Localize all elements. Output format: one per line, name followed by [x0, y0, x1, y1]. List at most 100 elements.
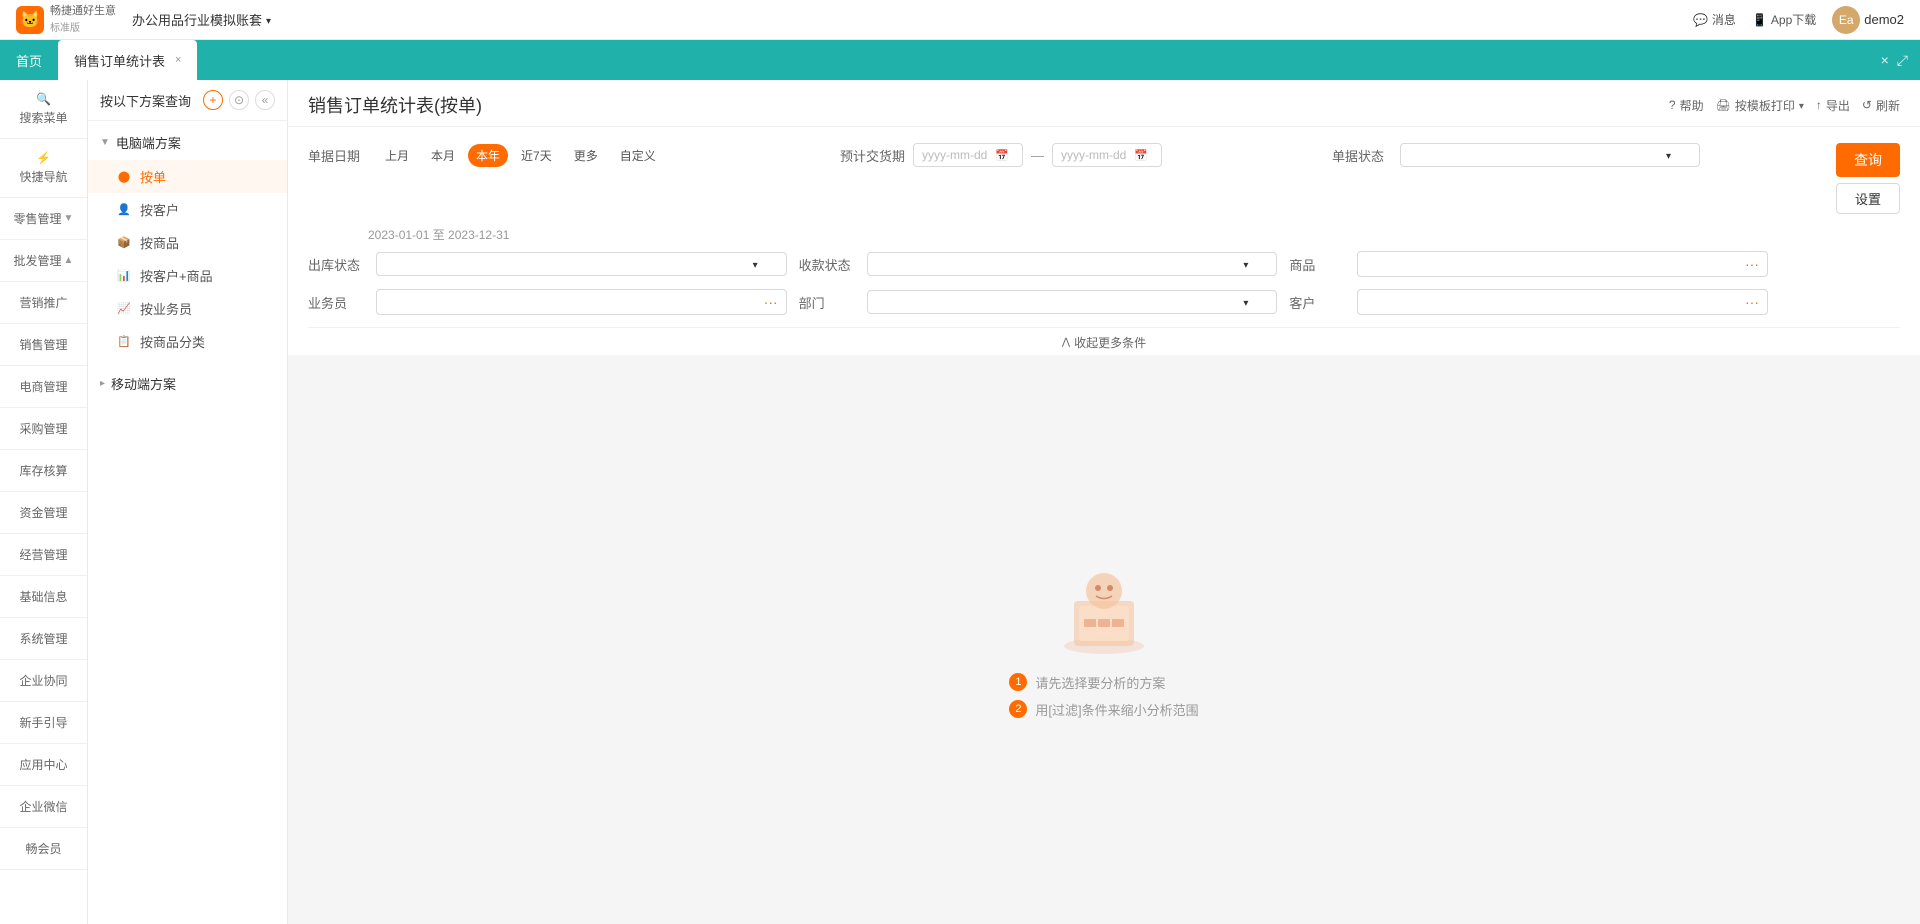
- delivery-to-input[interactable]: yyyy-mm-dd 📅: [1052, 143, 1162, 167]
- filter-row-3: 业务员 ··· 部门 客户: [308, 289, 1900, 315]
- sidebar-item-wechat[interactable]: 企业微信: [0, 786, 87, 828]
- sidebar-search[interactable]: 🔍 搜索菜单: [0, 80, 87, 139]
- collapse-filter-btn[interactable]: ⋀ 收起更多条件: [308, 327, 1900, 355]
- tab-sales-stat[interactable]: 销售订单统计表 ×: [58, 40, 197, 80]
- empty-hints: 1 请先选择要分析的方案 2 用[过滤]条件来缩小分析范围: [1009, 673, 1198, 719]
- print-btn[interactable]: 🖨 按模板打印: [1716, 97, 1804, 114]
- add-scheme-btn[interactable]: +: [203, 90, 223, 110]
- tab-bar: 首页 销售订单统计表 × × ⤢: [0, 40, 1920, 80]
- cal-to-icon: 📅: [1134, 149, 1148, 162]
- print-icon: 🖨: [1716, 98, 1731, 112]
- sidebar-item-base-info[interactable]: 基础信息: [0, 576, 87, 618]
- sidebar-item-retail[interactable]: 零售管理 ▼: [0, 198, 87, 240]
- status-select[interactable]: [1400, 143, 1700, 167]
- sidebar-item-purchase[interactable]: 采购管理: [0, 408, 87, 450]
- scheme-item-by-salesman[interactable]: 📈 按业务员: [88, 292, 287, 325]
- action-buttons: 查询 设置: [1836, 143, 1900, 214]
- hint-num-2: 2: [1009, 700, 1027, 718]
- goods-label: 商品: [1289, 255, 1349, 274]
- page-header: 销售订单统计表(按单) ? 帮助 🖨 按模板打印 ↑ 导出: [288, 80, 1920, 127]
- salesman-input[interactable]: ···: [376, 289, 787, 315]
- top-bar: 🐱 畅捷通好生意 标准版 办公用品行业模拟账套 💬 消息 📱 App下载 Ea …: [0, 0, 1920, 40]
- cal-from-icon: 📅: [995, 149, 1009, 162]
- refresh-icon: ↺: [1862, 98, 1872, 112]
- export-btn[interactable]: ↑ 导出: [1816, 97, 1850, 114]
- main-layout: 🔍 搜索菜单 ⚡ 快捷导航 零售管理 ▼ 批发管理 ▲ 营销推广 销售管理 电商…: [0, 80, 1920, 924]
- window-close-btn[interactable]: ×: [1881, 52, 1889, 68]
- avatar: Ea: [1832, 6, 1860, 34]
- window-expand-btn[interactable]: ⤢: [1897, 52, 1908, 69]
- out-status-dropdown-icon: [753, 257, 758, 271]
- sidebar-item-ecommerce[interactable]: 电商管理: [0, 366, 87, 408]
- sidebar-item-inventory[interactable]: 库存核算: [0, 450, 87, 492]
- sidebar-item-member[interactable]: 畅会员: [0, 828, 87, 870]
- sidebar-item-app-center[interactable]: 应用中心: [0, 744, 87, 786]
- scheme-group-pc: ▼ 电脑端方案 ⬤ 按单 👤 按客户 📦 按商品 📊 按客户+商品: [88, 121, 287, 362]
- date-btn-last-month[interactable]: 上月: [376, 143, 418, 168]
- customer-more-icon[interactable]: ···: [1745, 294, 1759, 310]
- status-dropdown-icon: [1666, 148, 1671, 162]
- logo-text: 畅捷通好生意: [50, 5, 116, 18]
- results-area: 1 请先选择要分析的方案 2 用[过滤]条件来缩小分析范围: [288, 355, 1920, 924]
- print-dropdown-icon: [1799, 98, 1804, 112]
- date-dash: —: [1031, 148, 1044, 163]
- tab-home[interactable]: 首页: [0, 40, 58, 80]
- scheme-item-by-goods[interactable]: 📦 按商品: [88, 226, 287, 259]
- date-btn-this-month[interactable]: 本月: [422, 143, 464, 168]
- settings-scheme-btn[interactable]: ⊙: [229, 90, 249, 110]
- receive-status-select[interactable]: [867, 252, 1278, 276]
- refresh-btn[interactable]: ↺ 刷新: [1862, 97, 1900, 114]
- page-actions: ? 帮助 🖨 按模板打印 ↑ 导出 ↺ 刷新: [1669, 97, 1900, 114]
- sidebar-item-marketing[interactable]: 营销推广: [0, 282, 87, 324]
- sidebar: 🔍 搜索菜单 ⚡ 快捷导航 零售管理 ▼ 批发管理 ▲ 营销推广 销售管理 电商…: [0, 80, 88, 924]
- date-btn-this-year[interactable]: 本年: [468, 144, 508, 167]
- scheme-group-pc-header[interactable]: ▼ 电脑端方案: [88, 125, 287, 160]
- date-btn-more[interactable]: 更多: [565, 143, 607, 168]
- group-expand-icon: ▼: [100, 137, 110, 148]
- delivery-from-input[interactable]: yyyy-mm-dd 📅: [913, 143, 1023, 167]
- sidebar-item-enterprise[interactable]: 企业协同: [0, 660, 87, 702]
- user-profile[interactable]: Ea demo2: [1832, 6, 1904, 34]
- delivery-date-label: 预计交货期: [840, 146, 905, 165]
- retail-arrow-icon: ▼: [64, 213, 74, 224]
- scheme-item-by-category[interactable]: 📋 按商品分类: [88, 325, 287, 358]
- app-download-btn[interactable]: 📱 App下载: [1752, 11, 1816, 28]
- date-btn-custom[interactable]: 自定义: [611, 143, 665, 168]
- date-btn-7days[interactable]: 近7天: [512, 143, 561, 168]
- left-panel-header: 按以下方案查询 + ⊙ «: [88, 80, 287, 121]
- status-label: 单据状态: [1332, 146, 1392, 165]
- scheme-group-mobile-header[interactable]: ▸ 移动端方案: [88, 366, 287, 401]
- by-goods-icon: 📦: [116, 235, 132, 251]
- customer-label: 客户: [1289, 293, 1349, 312]
- dept-select[interactable]: [867, 290, 1278, 314]
- salesman-more-icon[interactable]: ···: [764, 294, 778, 310]
- goods-input[interactable]: ···: [1357, 251, 1768, 277]
- scheme-item-by-customer[interactable]: 👤 按客户: [88, 193, 287, 226]
- query-btn[interactable]: 查询: [1836, 143, 1900, 177]
- sidebar-item-wholesale[interactable]: 批发管理 ▲: [0, 240, 87, 282]
- content-area: 按以下方案查询 + ⊙ « ▼ 电脑端方案 ⬤ 按单 👤 按客户: [88, 80, 1920, 924]
- sidebar-item-operations[interactable]: 经营管理: [0, 534, 87, 576]
- sidebar-item-finance[interactable]: 资金管理: [0, 492, 87, 534]
- tab-close-icon[interactable]: ×: [175, 54, 181, 66]
- collapse-panel-btn[interactable]: «: [255, 90, 275, 110]
- out-status-select[interactable]: [376, 252, 787, 276]
- scheme-item-by-customer-goods[interactable]: 📊 按客户+商品: [88, 259, 287, 292]
- wholesale-arrow-icon: ▲: [64, 255, 74, 266]
- dropdown-arrow-icon: [266, 12, 271, 27]
- by-cust-goods-icon: 📊: [116, 268, 132, 284]
- sidebar-item-system[interactable]: 系统管理: [0, 618, 87, 660]
- scheme-item-by-order[interactable]: ⬤ 按单: [88, 160, 287, 193]
- sidebar-quick-nav[interactable]: ⚡ 快捷导航: [0, 139, 87, 198]
- logo-texts: 畅捷通好生意 标准版: [50, 5, 116, 33]
- sidebar-item-guide[interactable]: 新手引导: [0, 702, 87, 744]
- message-btn[interactable]: 💬 消息: [1693, 11, 1736, 28]
- settings-btn[interactable]: 设置: [1836, 183, 1900, 214]
- help-btn[interactable]: ? 帮助: [1669, 97, 1704, 114]
- dept-label: 部门: [799, 293, 859, 312]
- goods-more-icon[interactable]: ···: [1745, 256, 1759, 272]
- sidebar-item-sales[interactable]: 销售管理: [0, 324, 87, 366]
- customer-input[interactable]: ···: [1357, 289, 1768, 315]
- hint-num-1: 1: [1009, 673, 1027, 691]
- account-dropdown[interactable]: 办公用品行业模拟账套: [124, 6, 279, 33]
